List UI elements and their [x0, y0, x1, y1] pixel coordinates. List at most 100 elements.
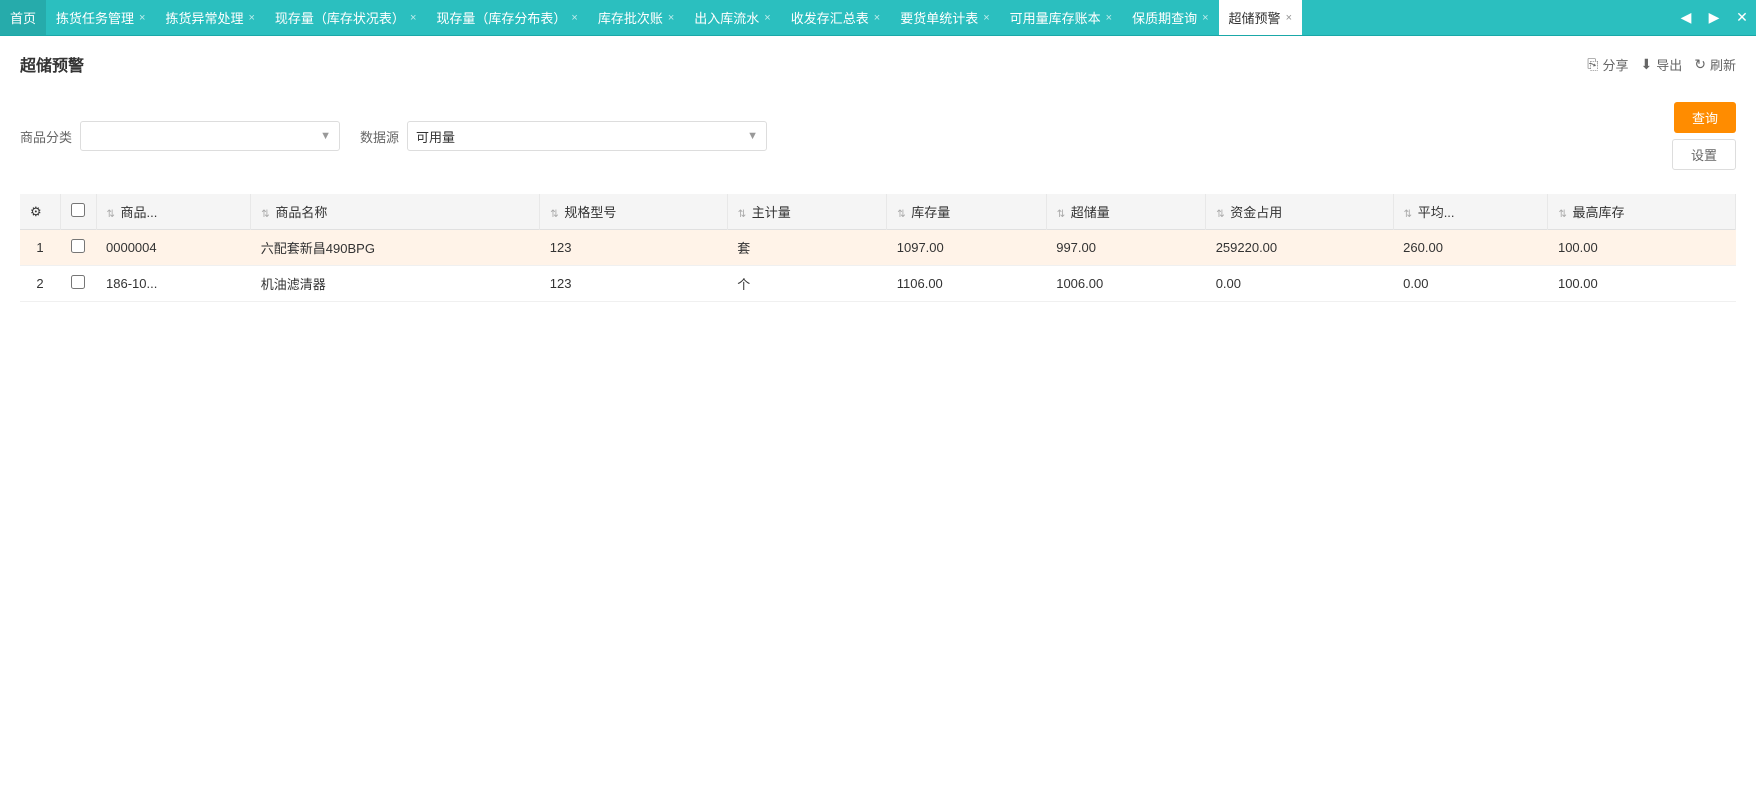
th-unit[interactable]: ⇅ 主计量 — [727, 194, 886, 230]
close-icon[interactable]: × — [410, 12, 416, 24]
close-icon[interactable]: × — [874, 12, 880, 24]
close-icon[interactable]: × — [668, 12, 674, 24]
nav-avail-account[interactable]: 可用量库存账本 × — [1000, 0, 1122, 36]
row-checkbox-cell[interactable] — [60, 266, 96, 302]
cell-stock: 1097.00 — [887, 230, 1046, 266]
share-button[interactable]: ⎘ 分享 — [1587, 55, 1628, 74]
select-all-checkbox[interactable] — [71, 203, 85, 217]
nav-prev-arrow[interactable]: ◀ — [1672, 0, 1700, 36]
datasource-select[interactable]: 可用量 ▼ — [407, 121, 767, 151]
th-product-code[interactable]: ⇅ 商品... — [96, 194, 251, 230]
sort-icon: ⇅ — [1057, 209, 1065, 220]
table-row: 2 186-10... 机油滤清器 123 个 1106.00 1006.00 … — [20, 266, 1736, 302]
nav-overstock[interactable]: 超储预警 × — [1219, 0, 1302, 36]
row-checkbox-cell[interactable] — [60, 230, 96, 266]
th-capital[interactable]: ⇅ 资金占用 — [1206, 194, 1393, 230]
category-label: 商品分类 — [20, 127, 72, 146]
nav-arrows: ◀ ▶ ✕ — [1672, 0, 1756, 36]
close-icon[interactable]: × — [248, 12, 254, 24]
category-select[interactable]: ▼ — [80, 121, 340, 151]
nav-next-arrow[interactable]: ▶ — [1700, 0, 1728, 36]
table-wrapper: ⚙ ⇅ 商品... ⇅ 商品名称 ⇅ 规格型号 — [20, 194, 1736, 302]
th-spec[interactable]: ⇅ 规格型号 — [540, 194, 727, 230]
cell-stock: 1106.00 — [887, 266, 1046, 302]
refresh-icon: ↻ — [1694, 56, 1706, 73]
sort-icon: ⇅ — [1404, 209, 1412, 220]
nav-batch-account[interactable]: 库存批次账 × — [588, 0, 684, 36]
nav-inventory-status[interactable]: 现存量（库存状况表） × — [265, 0, 426, 36]
th-overstock[interactable]: ⇅ 超储量 — [1046, 194, 1205, 230]
row-number: 2 — [20, 266, 60, 302]
nav-home[interactable]: 首页 — [0, 0, 46, 36]
nav-close-all[interactable]: ✕ — [1728, 0, 1756, 36]
th-checkbox[interactable] — [60, 194, 96, 230]
close-icon[interactable]: × — [764, 12, 770, 24]
nav-expiry-query[interactable]: 保质期查询 × — [1122, 0, 1218, 36]
datasource-filter-group: 数据源 可用量 ▼ — [360, 121, 767, 151]
row-checkbox[interactable] — [71, 275, 85, 289]
cell-avg: 260.00 — [1393, 230, 1548, 266]
cell-product-name: 六配套新昌490BPG — [251, 230, 540, 266]
close-icon[interactable]: × — [1286, 12, 1292, 24]
close-icon[interactable]: × — [983, 12, 989, 24]
close-icon[interactable]: × — [571, 12, 577, 24]
page-content: 超储预警 ⎘ 分享 ⬇ 导出 ↻ 刷新 商品分类 ▼ 数据源 — [0, 36, 1756, 800]
cell-product-code: 186-10... — [96, 266, 251, 302]
cell-product-name: 机油滤清器 — [251, 266, 540, 302]
cell-product-code: 0000004 — [96, 230, 251, 266]
nav-recv-summary[interactable]: 收发存汇总表 × — [781, 0, 890, 36]
chevron-down-icon: ▼ — [747, 130, 758, 142]
cell-spec: 123 — [540, 266, 727, 302]
category-filter-group: 商品分类 ▼ — [20, 121, 340, 151]
row-number: 1 — [20, 230, 60, 266]
refresh-button[interactable]: ↻ 刷新 — [1694, 55, 1736, 74]
cell-unit: 套 — [727, 230, 886, 266]
sort-icon: ⇅ — [1558, 209, 1566, 220]
nav-abnormal[interactable]: 拣货异常处理 × — [155, 0, 264, 36]
cell-overstock: 1006.00 — [1046, 266, 1205, 302]
query-button[interactable]: 查询 — [1674, 102, 1736, 133]
sort-icon: ⇅ — [897, 209, 905, 220]
nav-order-stats[interactable]: 要货单统计表 × — [890, 0, 999, 36]
close-icon[interactable]: × — [139, 12, 145, 24]
top-navigation: 首页 拣货任务管理 × 拣货异常处理 × 现存量（库存状况表） × 现存量（库存… — [0, 0, 1756, 36]
cell-overstock: 997.00 — [1046, 230, 1205, 266]
th-stock[interactable]: ⇅ 库存量 — [887, 194, 1046, 230]
export-button[interactable]: ⬇ 导出 — [1641, 55, 1683, 74]
th-avg[interactable]: ⇅ 平均... — [1393, 194, 1548, 230]
chevron-down-icon: ▼ — [320, 130, 331, 142]
export-icon: ⬇ — [1641, 56, 1653, 73]
nav-inventory-dist[interactable]: 现存量（库存分布表） × — [426, 0, 587, 36]
th-settings[interactable]: ⚙ — [20, 194, 60, 230]
cell-spec: 123 — [540, 230, 727, 266]
close-icon[interactable]: × — [1106, 12, 1112, 24]
datasource-value: 可用量 — [416, 127, 455, 146]
data-table: ⚙ ⇅ 商品... ⇅ 商品名称 ⇅ 规格型号 — [20, 194, 1736, 302]
close-icon[interactable]: × — [1202, 12, 1208, 24]
th-max-stock[interactable]: ⇅ 最高库存 — [1548, 194, 1736, 230]
sort-icon: ⇅ — [261, 209, 269, 220]
filter-row: 商品分类 ▼ 数据源 可用量 ▼ 查询 设置 — [20, 92, 1736, 180]
page-title: 超储预警 — [20, 52, 84, 76]
gear-icon: ⚙ — [30, 204, 42, 219]
nav-inout-flow[interactable]: 出入库流水 × — [684, 0, 780, 36]
cell-avg: 0.00 — [1393, 266, 1548, 302]
sort-icon: ⇅ — [550, 209, 558, 220]
row-checkbox[interactable] — [71, 239, 85, 253]
page-header: 超储预警 ⎘ 分享 ⬇ 导出 ↻ 刷新 — [20, 52, 1736, 76]
table-header-row: ⚙ ⇅ 商品... ⇅ 商品名称 ⇅ 规格型号 — [20, 194, 1736, 230]
sort-icon: ⇅ — [738, 209, 746, 220]
sort-icon: ⇅ — [107, 209, 115, 220]
cell-capital: 0.00 — [1206, 266, 1393, 302]
filter-actions: 查询 设置 — [1672, 102, 1736, 170]
datasource-label: 数据源 — [360, 127, 399, 146]
sort-icon: ⇅ — [1216, 209, 1224, 220]
th-product-name[interactable]: ⇅ 商品名称 — [251, 194, 540, 230]
share-icon: ⎘ — [1587, 56, 1598, 73]
nav-task-mgmt[interactable]: 拣货任务管理 × — [46, 0, 155, 36]
cell-capital: 259220.00 — [1206, 230, 1393, 266]
header-actions: ⎘ 分享 ⬇ 导出 ↻ 刷新 — [1587, 55, 1736, 74]
settings-button[interactable]: 设置 — [1672, 139, 1736, 170]
cell-max-stock: 100.00 — [1548, 230, 1736, 266]
cell-max-stock: 100.00 — [1548, 266, 1736, 302]
